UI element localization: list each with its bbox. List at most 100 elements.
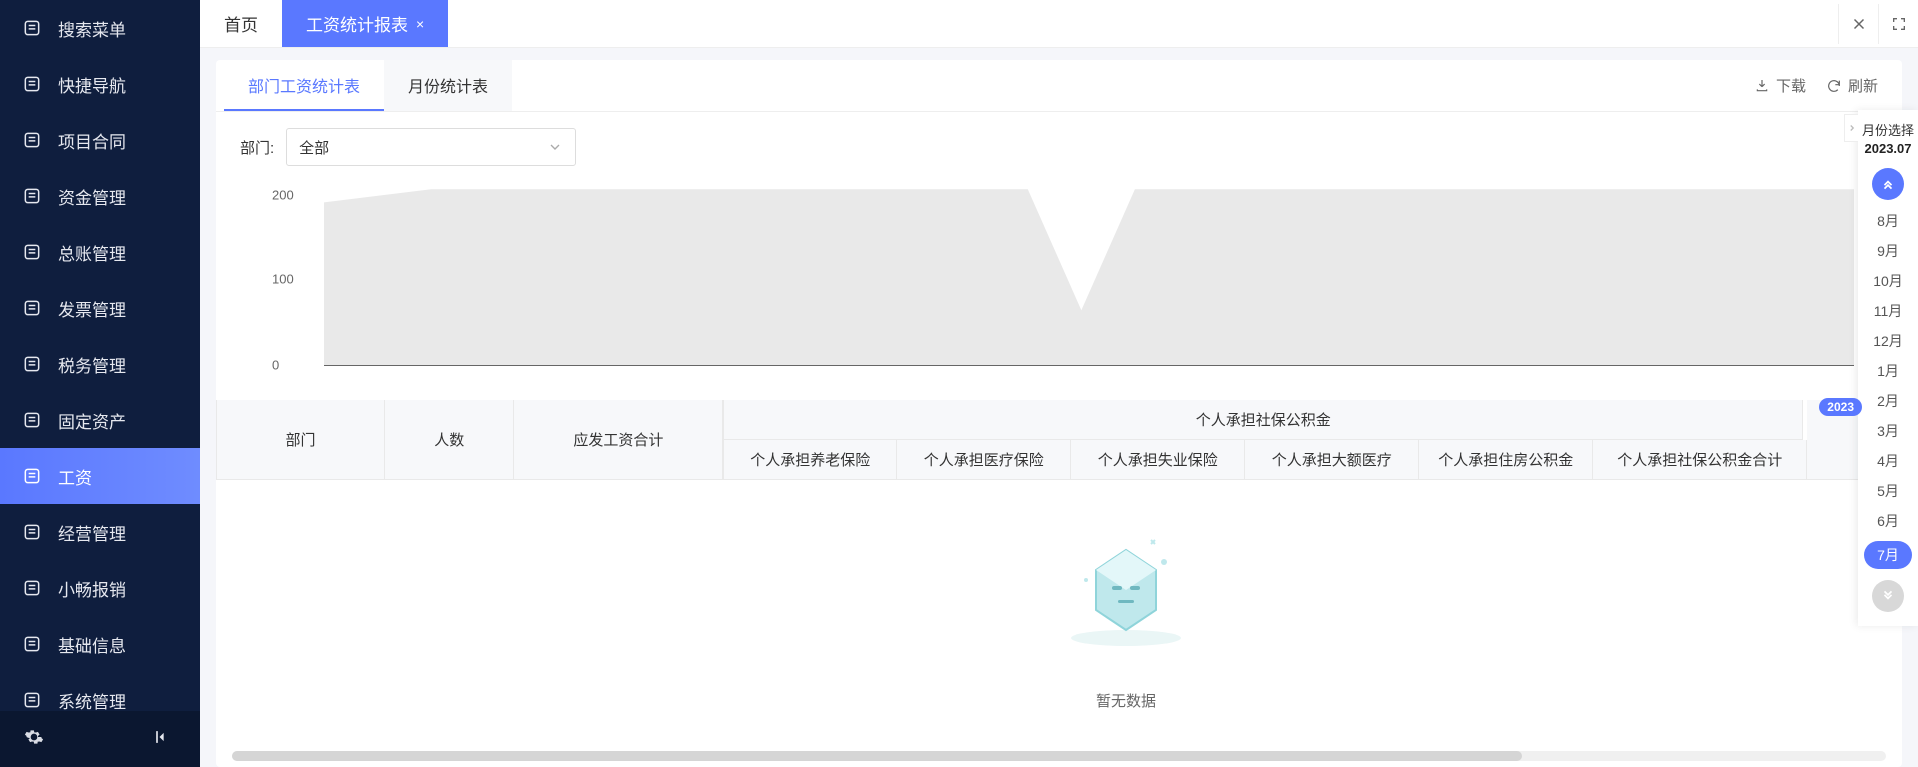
th-total-pay: 应发工资合计 [514,400,723,480]
sidebar-item-label: 资金管理 [58,184,126,209]
chart-baseline [324,365,1854,366]
scrollbar-thumb[interactable] [232,751,1522,761]
month-option[interactable]: 11月 [1858,296,1918,326]
sidebar-item-label: 项目合同 [58,128,126,153]
month-panel: 月份选择 2023.07 8月9月10月11月12月1月2月3月4月5月6月7月 [1858,110,1918,626]
month-option[interactable]: 5月 [1858,476,1918,506]
business-icon [20,520,44,544]
tab-0[interactable]: 首页 [200,0,282,47]
month-option[interactable]: 10月 [1858,266,1918,296]
month-option[interactable]: 3月 [1858,416,1918,446]
refresh-label: 刷新 [1848,75,1878,96]
invoice-icon [20,296,44,320]
month-scroll-up-button[interactable] [1872,168,1904,200]
search-list-icon [20,16,44,40]
horizontal-scrollbar[interactable] [232,751,1886,761]
subtabs: 部门工资统计表月份统计表 下载 刷新 [216,60,1902,112]
sidebar-item-4[interactable]: 总账管理 [0,224,200,280]
month-option[interactable]: 6月 [1858,506,1918,536]
table-wrap[interactable]: 部门 人数 应发工资合计 个人承担社保公积金 个人承担养老保险 个人承担医疗保险… [216,400,1902,767]
month-panel-date: 2023.07 [1865,141,1912,162]
sidebar-item-1[interactable]: 快捷导航 [0,56,200,112]
sidebar-items: 搜索菜单快捷导航项目合同资金管理总账管理发票管理税务管理固定资产工资经营管理小畅… [0,0,200,711]
chart-ytick: 100 [272,272,294,287]
sidebar-item-7[interactable]: 固定资产 [0,392,200,448]
sidebar-footer [0,711,200,767]
sidebar-item-11[interactable]: 基础信息 [0,616,200,672]
card: 部门工资统计表月份统计表 下载 刷新 [216,60,1902,767]
refresh-icon [1826,78,1842,94]
th-medical: 个人承担医疗保险 [897,440,1071,480]
close-tab-icon[interactable] [1838,4,1878,44]
th-pension: 个人承担养老保险 [723,440,897,480]
sidebar-item-label: 小畅报销 [58,576,126,601]
year-badge: 2023 [1819,398,1862,416]
money-icon [20,184,44,208]
sidebar-item-9[interactable]: 经营管理 [0,504,200,560]
tab-1[interactable]: 工资统计报表 × [282,0,448,47]
month-option[interactable]: 1月 [1858,356,1918,386]
settings-icon[interactable] [24,727,48,751]
main: 首页工资统计报表 × 部门工资统计表月份统计表 下载 [200,0,1918,767]
sidebar-item-label: 总账管理 [58,240,126,265]
dept-select-value: 全部 [299,137,329,158]
sidebar-item-label: 快捷导航 [58,72,126,97]
download-icon [1754,78,1770,94]
filter-row: 部门: 全部 [216,112,1902,174]
tab-label: 工资统计报表 [306,11,408,36]
month-option[interactable]: 12月 [1858,326,1918,356]
subtab-0[interactable]: 部门工资统计表 [224,60,384,111]
expense-icon [20,576,44,600]
empty-illustration-icon [1056,520,1196,650]
sidebar-item-label: 工资 [58,464,92,489]
month-panel-collapse-icon[interactable] [1844,114,1858,142]
month-option[interactable]: 7月 [1864,541,1912,569]
sidebar-item-10[interactable]: 小畅报销 [0,560,200,616]
ledger-icon [20,240,44,264]
sidebar-item-label: 基础信息 [58,632,126,657]
collapse-sidebar-icon[interactable] [152,727,176,751]
chart-wrap: 200 100 0 [216,174,1902,392]
th-group-personal: 个人承担社保公积金 [723,400,1803,440]
sidebar-item-5[interactable]: 发票管理 [0,280,200,336]
sidebar-item-label: 固定资产 [58,408,126,433]
month-option[interactable]: 9月 [1858,236,1918,266]
sidebar-item-label: 经营管理 [58,520,126,545]
sidebar-item-6[interactable]: 税务管理 [0,336,200,392]
th-count: 人数 [385,400,514,480]
th-unemploy: 个人承担失业保险 [1071,440,1245,480]
sidebar-item-3[interactable]: 资金管理 [0,168,200,224]
sidebar: 搜索菜单快捷导航项目合同资金管理总账管理发票管理税务管理固定资产工资经营管理小畅… [0,0,200,767]
tab-close-icon[interactable]: × [416,16,424,32]
sidebar-item-2[interactable]: 项目合同 [0,112,200,168]
month-option[interactable]: 4月 [1858,446,1918,476]
month-option[interactable]: 8月 [1858,206,1918,236]
refresh-button[interactable]: 刷新 [1826,75,1878,96]
dept-select[interactable]: 全部 [286,128,576,166]
sidebar-item-label: 税务管理 [58,352,126,377]
sidebar-item-12[interactable]: 系统管理 [0,672,200,711]
table-head: 部门 人数 应发工资合计 个人承担社保公积金 个人承担养老保险 个人承担医疗保险… [216,400,1902,480]
content: 部门工资统计表月份统计表 下载 刷新 [200,48,1918,767]
sidebar-item-label: 搜索菜单 [58,16,126,41]
fullscreen-icon[interactable] [1878,4,1918,44]
th-dept: 部门 [216,400,385,480]
sidebar-item-0[interactable]: 搜索菜单 [0,0,200,56]
system-icon [20,688,44,711]
th-personal-total: 个人承担社保公积金合计 [1593,440,1807,480]
download-label: 下载 [1776,75,1806,96]
th-housing: 个人承担住房公积金 [1419,440,1593,480]
subtab-1[interactable]: 月份统计表 [384,60,512,111]
asset-icon [20,408,44,432]
home-icon [20,72,44,96]
download-button[interactable]: 下载 [1754,75,1806,96]
tabs-bar: 首页工资统计报表 × [200,0,1918,48]
sidebar-item-label: 发票管理 [58,296,126,321]
table-empty: 暂无数据 [216,480,1902,767]
chart-area-fill [324,180,1854,366]
month-scroll-down-button[interactable] [1872,580,1904,612]
month-option[interactable]: 2月 [1858,386,1918,416]
chevron-down-icon [547,139,563,155]
contract-icon [20,128,44,152]
sidebar-item-8[interactable]: 工资 [0,448,200,504]
